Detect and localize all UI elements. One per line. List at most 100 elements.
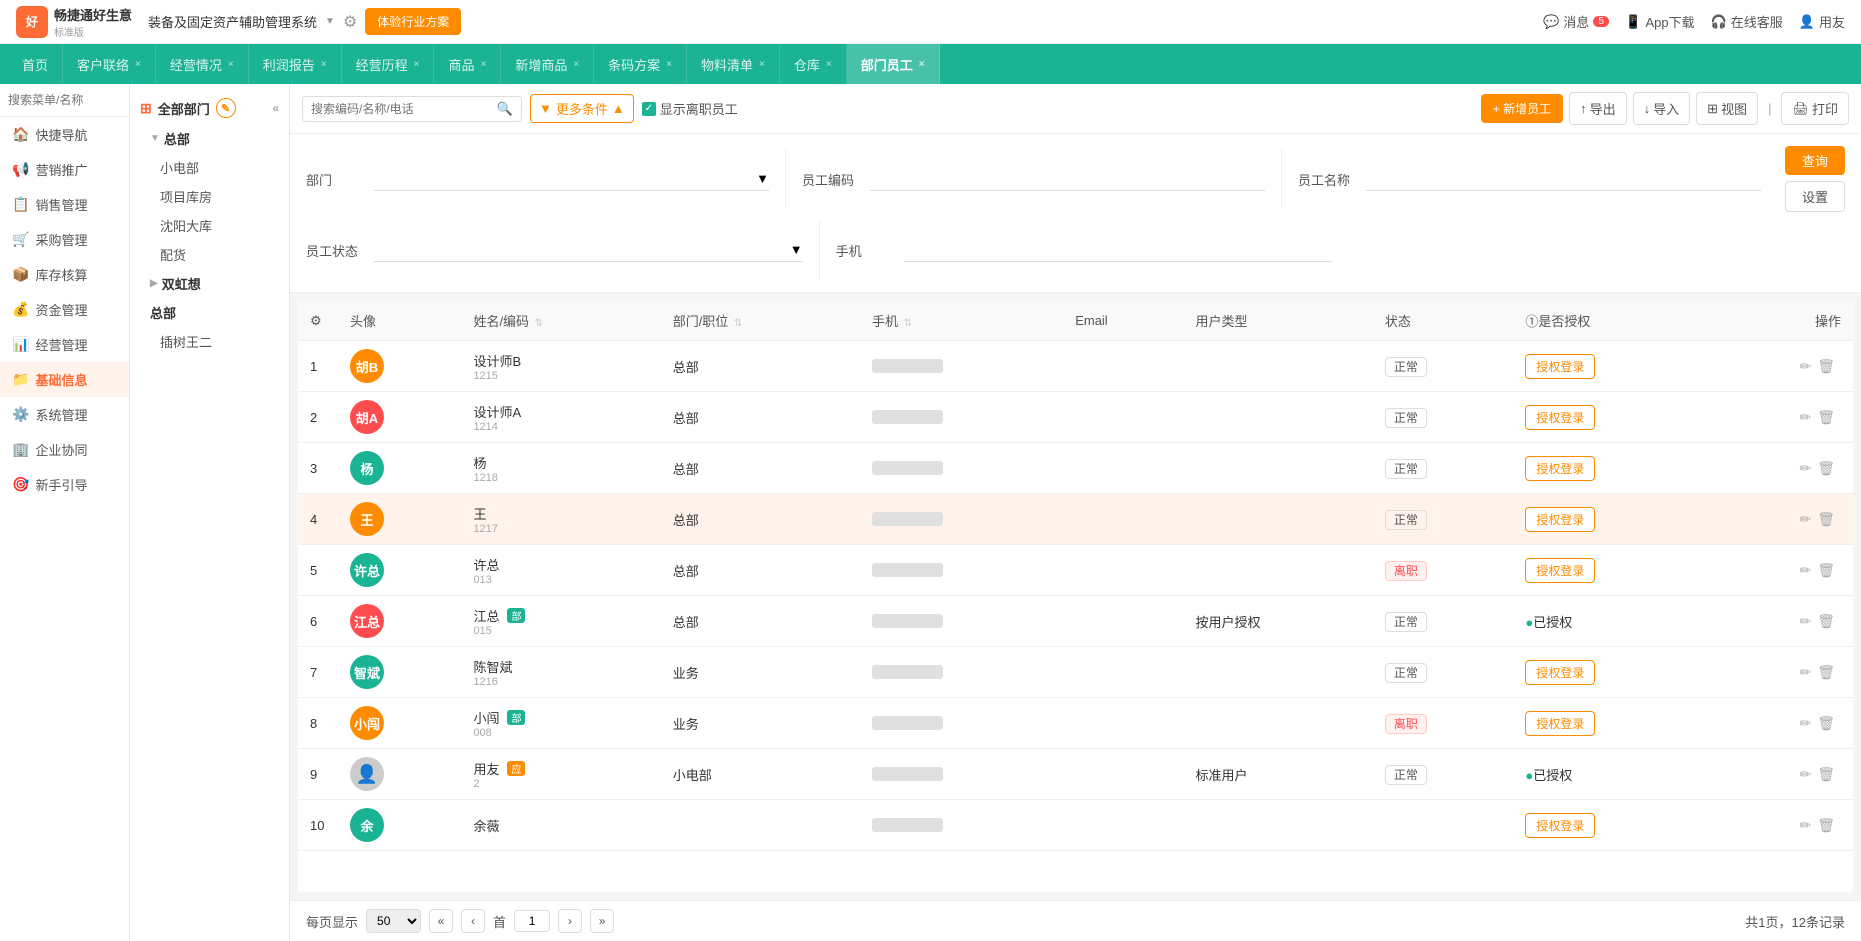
edit-button[interactable]: ✏ (1799, 664, 1811, 680)
sidebar-item-enterprise[interactable]: 🏢 企业协同 (0, 432, 129, 467)
sidebar-item-marketing[interactable]: 📢 营销推广 (0, 152, 129, 187)
delete-button[interactable]: 🗑 (1817, 715, 1835, 731)
filter-phone-input[interactable] (904, 238, 1333, 262)
sidebar-item-quick-nav[interactable]: 🏠 快捷导航 (0, 117, 129, 152)
tree-item-hq2[interactable]: 总部 (130, 298, 289, 327)
delete-button[interactable]: 🗑 (1817, 613, 1835, 629)
tree-item-project-room[interactable]: 项目库房 (130, 182, 289, 211)
th-phone[interactable]: 手机 ⇅ (860, 301, 1063, 341)
delete-button[interactable]: 🗑 (1817, 766, 1835, 782)
delete-button[interactable]: 🗑 (1817, 664, 1835, 680)
sidebar-item-basic-info[interactable]: 📁 基础信息 (0, 362, 129, 397)
tree-item-distribution[interactable]: 配货 (130, 240, 289, 269)
th-settings[interactable]: ⚙ (298, 301, 338, 341)
system-title-dropdown-icon[interactable]: ▼ (325, 16, 335, 27)
delete-button[interactable]: 🗑 (1817, 460, 1835, 476)
tab-operations-close[interactable]: × (228, 59, 234, 70)
tab-new-goods[interactable]: 新增商品 × (501, 44, 594, 84)
tab-history[interactable]: 经营历程 × (342, 44, 435, 84)
tab-home[interactable]: 首页 (8, 44, 63, 84)
tab-dept-staff-close[interactable]: × (919, 59, 925, 70)
sidebar-item-operations-mgr[interactable]: 📊 经营管理 (0, 327, 129, 362)
tab-new-goods-close[interactable]: × (573, 59, 579, 70)
delete-button[interactable]: 🗑 (1817, 511, 1835, 527)
tab-goods[interactable]: 商品 × (434, 44, 501, 84)
tab-goods-close[interactable]: × (480, 59, 486, 70)
tree-item-planting[interactable]: 插树王二 (130, 327, 289, 356)
prev-page-button[interactable]: ‹ (461, 909, 485, 933)
trial-button[interactable]: 体验行业方案 (365, 8, 461, 35)
filter-emp-name-input[interactable] (1366, 167, 1761, 191)
auth-login-button[interactable]: 授权登录 (1525, 405, 1595, 430)
tab-warehouse-close[interactable]: × (826, 59, 832, 70)
edit-button[interactable]: ✏ (1799, 766, 1811, 782)
next-page-button[interactable]: › (558, 909, 582, 933)
th-dept[interactable]: 部门/职位 ⇅ (661, 301, 860, 341)
tree-item-headquarters[interactable]: ▼ 总部 (130, 124, 289, 153)
user-menu[interactable]: 👤 用友 (1799, 12, 1845, 31)
tab-customers[interactable]: 客户联络 × (63, 44, 156, 84)
page-size-select[interactable]: 50 100 200 (366, 909, 421, 933)
view-button[interactable]: ⊞ 视图 (1696, 92, 1758, 125)
sidebar-item-guide[interactable]: 🎯 新手引导 (0, 467, 129, 502)
app-download-button[interactable]: 📱 App下载 (1625, 12, 1694, 31)
import-button[interactable]: ↓ 导入 (1633, 92, 1691, 125)
delete-button[interactable]: 🗑 (1817, 562, 1835, 578)
message-button[interactable]: 💬 消息 5 (1543, 12, 1609, 31)
filter-dept-select[interactable]: ▼ (374, 167, 769, 191)
sidebar-search-input[interactable] (8, 93, 130, 107)
edit-button[interactable]: ✏ (1799, 613, 1811, 629)
edit-button[interactable]: ✏ (1799, 817, 1811, 833)
filter-emp-status-select[interactable]: ▼ (374, 238, 803, 262)
edit-button[interactable]: ✏ (1799, 715, 1811, 731)
online-service-button[interactable]: 🎧 在线客服 (1711, 12, 1783, 31)
delete-button[interactable]: 🗑 (1817, 358, 1835, 374)
last-page-button[interactable]: » (590, 909, 614, 933)
auth-login-button[interactable]: 授权登录 (1525, 456, 1595, 481)
tab-profit[interactable]: 利润报告 × (249, 44, 342, 84)
tree-item-small-elec[interactable]: 小电部 (130, 153, 289, 182)
auth-login-button[interactable]: 授权登录 (1525, 354, 1595, 379)
sidebar-item-purchase[interactable]: 🛒 采购管理 (0, 222, 129, 257)
filter-search-input[interactable] (311, 102, 493, 116)
tab-history-close[interactable]: × (414, 59, 420, 70)
auth-login-button[interactable]: 授权登录 (1525, 558, 1595, 583)
tab-barcode[interactable]: 条码方案 × (594, 44, 687, 84)
settings-icon[interactable]: ⚙ (343, 12, 357, 32)
edit-button[interactable]: ✏ (1799, 358, 1811, 374)
search-button[interactable]: 查询 (1785, 146, 1845, 175)
tab-warehouse[interactable]: 仓库 × (780, 44, 847, 84)
auth-login-button[interactable]: 授权登录 (1525, 711, 1595, 736)
tab-barcode-close[interactable]: × (666, 59, 672, 70)
first-page-button[interactable]: « (429, 909, 453, 933)
reset-button[interactable]: 设置 (1785, 181, 1845, 212)
auth-login-button[interactable]: 授权登录 (1525, 813, 1595, 838)
dept-tree-collapse-icon[interactable]: « (272, 101, 279, 115)
tab-customers-close[interactable]: × (135, 59, 141, 70)
tab-profit-close[interactable]: × (321, 59, 327, 70)
edit-button[interactable]: ✏ (1799, 511, 1811, 527)
export-button[interactable]: ↑ 导出 (1569, 92, 1627, 125)
more-filter-button[interactable]: ▼ 更多条件 ▲ (530, 94, 634, 123)
sidebar-item-finance[interactable]: 💰 资金管理 (0, 292, 129, 327)
show-resigned-checkbox[interactable]: ✓ (642, 102, 656, 116)
sidebar-item-system[interactable]: ⚙️ 系统管理 (0, 397, 129, 432)
tree-item-double-dream[interactable]: ▶ 双虹想 (130, 269, 289, 298)
edit-button[interactable]: ✏ (1799, 562, 1811, 578)
tab-dept-staff[interactable]: 部门员工 × (847, 44, 940, 84)
page-number-input[interactable] (514, 910, 550, 932)
th-name[interactable]: 姓名/编码 ⇅ (461, 301, 660, 341)
tab-operations[interactable]: 经营情况 × (156, 44, 249, 84)
edit-button[interactable]: ✏ (1799, 460, 1811, 476)
tree-item-shenyang[interactable]: 沈阳大库 (130, 211, 289, 240)
delete-button[interactable]: 🗑 (1817, 409, 1835, 425)
sidebar-item-inventory[interactable]: 📦 库存核算 (0, 257, 129, 292)
tab-materials-close[interactable]: × (759, 59, 765, 70)
auth-login-button[interactable]: 授权登录 (1525, 507, 1595, 532)
dept-tree-edit-button[interactable]: ✎ (216, 98, 236, 118)
edit-button[interactable]: ✏ (1799, 409, 1811, 425)
show-resigned-toggle[interactable]: ✓ 显示离职员工 (642, 99, 738, 118)
delete-button[interactable]: 🗑 (1817, 817, 1835, 833)
add-employee-button[interactable]: + 新增员工 (1481, 94, 1563, 123)
print-button[interactable]: 🖨 打印 (1781, 92, 1849, 125)
